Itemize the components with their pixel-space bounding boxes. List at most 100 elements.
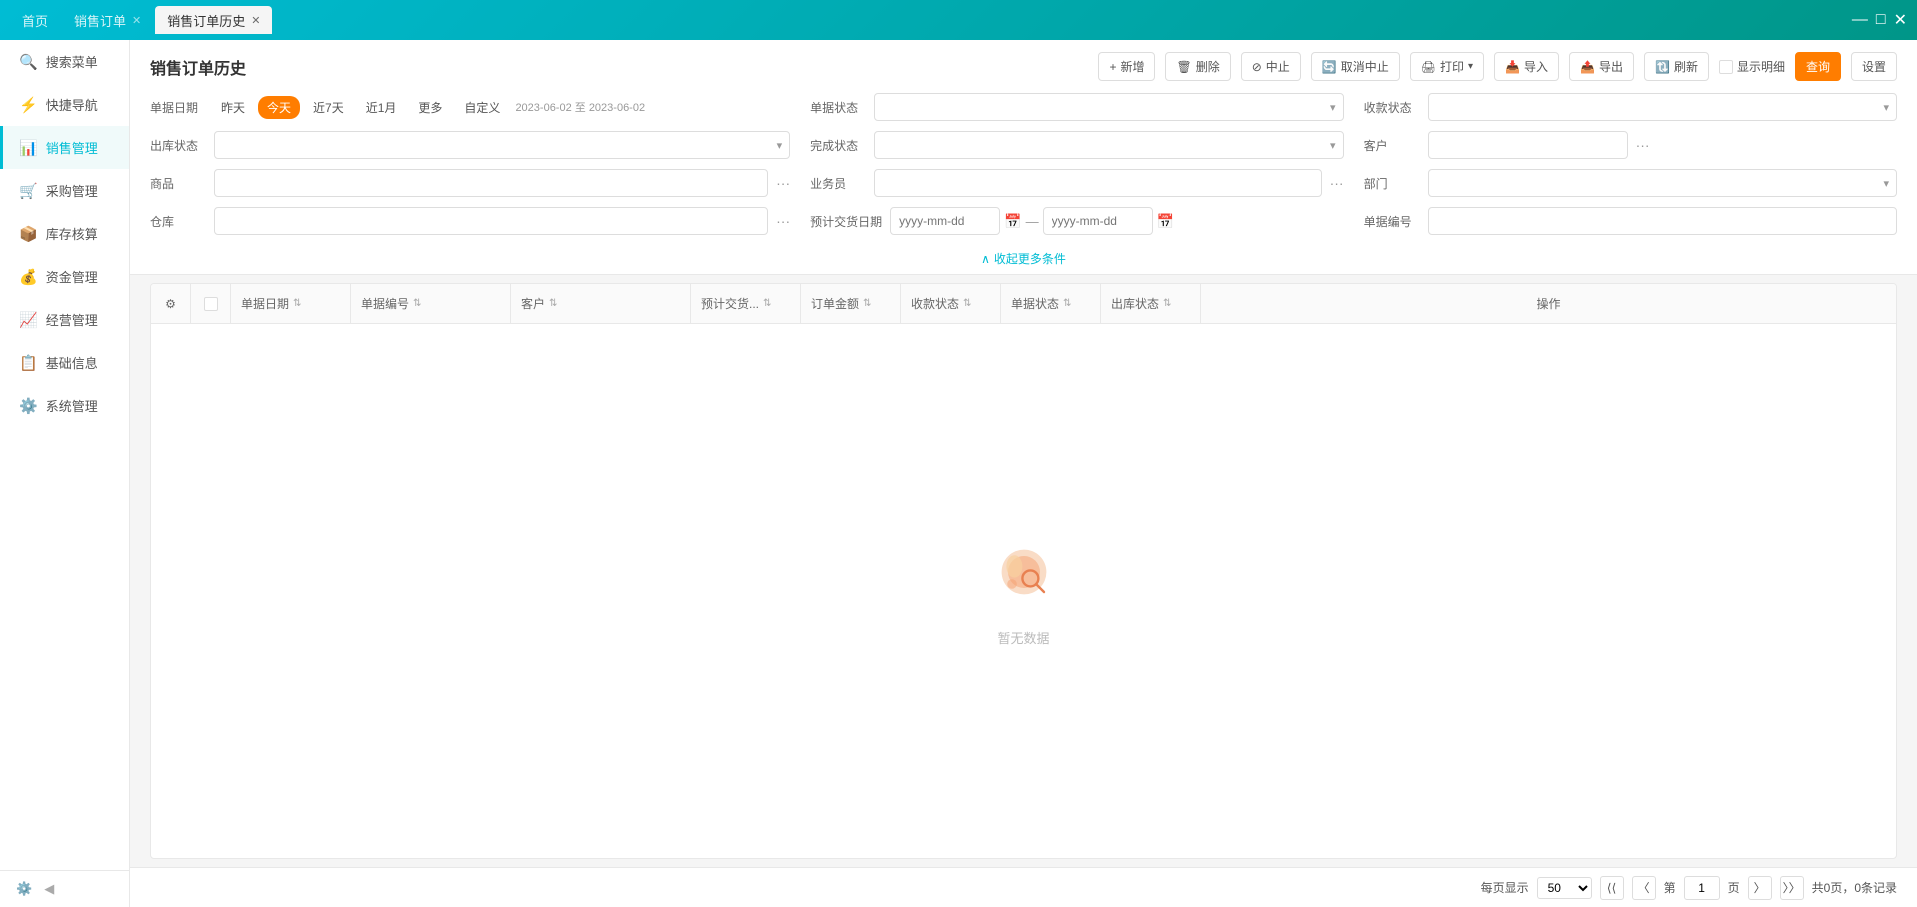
chip-custom[interactable]: 自定义 [455,96,509,119]
col-delivery[interactable]: 预计交货... ⇅ [691,284,801,323]
window-controls: — □ ✕ [1852,10,1907,30]
goods-input[interactable] [214,169,768,197]
date-to-input[interactable] [1043,207,1153,235]
sidebar-item-search-menu[interactable]: 🔍 搜索菜单 [0,40,129,83]
tab-sales-order-history-label: 销售订单历史 [167,11,245,30]
col-date[interactable]: 单据日期 ⇅ [231,284,351,323]
sidebar-item-purchase-mgmt[interactable]: 🛒 采购管理 [0,169,129,212]
print-button[interactable]: 🖨 打印 ▾ [1410,52,1484,81]
stop-button[interactable]: ⊘ 中止 [1241,52,1301,81]
sidebar-item-quick-nav[interactable]: ⚡ 快捷导航 [0,83,129,126]
first-page-button[interactable]: ⟨⟨ [1600,876,1624,900]
table-area: ⚙ 单据日期 ⇅ 单据编号 ⇅ 客户 ⇅ 预计交货... [150,283,1897,859]
col-out-sort[interactable]: ⇅ [1163,298,1171,309]
cancel-stop-button[interactable]: 🔄 取消中止 [1311,52,1400,81]
chip-last7[interactable]: 近7天 [304,96,353,119]
query-button[interactable]: 查询 [1795,52,1841,81]
col-date-sort[interactable]: ⇅ [293,298,301,309]
col-number[interactable]: 单据编号 ⇅ [351,284,511,323]
order-status-select[interactable] [874,93,1343,121]
col-settings[interactable]: ⚙ [151,284,191,323]
col-customer-sort[interactable]: ⇅ [549,298,557,309]
new-button[interactable]: + 新增 [1098,52,1155,81]
complete-status-select[interactable] [874,131,1343,159]
sidebar-item-label: 采购管理 [46,181,98,200]
settings-button[interactable]: 设置 [1851,52,1897,81]
sidebar-item-label: 快捷导航 [46,95,98,114]
tab-sales-order-history[interactable]: 销售订单历史 ✕ [155,6,272,34]
finance-icon: 💰 [19,268,38,286]
chip-yesterday[interactable]: 昨天 [212,96,254,119]
date-from-input[interactable] [890,207,1000,235]
col-order-sort[interactable]: ⇅ [1063,298,1071,309]
sidebar-settings-icon[interactable]: ⚙️ [16,881,32,897]
display-columns-checkbox[interactable] [1719,60,1733,74]
sidebar-collapse-icon[interactable]: ◀ [44,881,54,897]
sales-mgmt-icon: 📊 [19,139,38,157]
calendar-from-icon[interactable]: 📅 [1004,213,1021,230]
toolbar: + 新增 🗑 删除 ⊘ 中止 🔄 取消中止 [1098,52,1897,81]
salesperson-dots-btn[interactable]: ··· [1330,175,1344,191]
col-number-sort[interactable]: ⇅ [413,298,421,309]
chip-today[interactable]: 今天 [258,96,300,119]
minimize-icon[interactable]: — [1852,11,1868,29]
col-out-status-label: 出库状态 [1111,295,1159,312]
order-no-group: 单据编号 [1364,207,1897,235]
select-all-checkbox[interactable] [204,297,218,311]
maximize-icon[interactable]: □ [1876,11,1886,29]
next-page-button[interactable]: 〉 [1748,876,1772,900]
system-mgmt-icon: ⚙️ [19,397,38,415]
department-select[interactable] [1428,169,1897,197]
order-no-input[interactable] [1428,207,1897,235]
sidebar-item-operations[interactable]: 📈 经营管理 [0,298,129,341]
out-status-select[interactable] [214,131,790,159]
display-columns-toggle[interactable]: 显示明细 [1719,58,1785,75]
main-layout: 🔍 搜索菜单 ⚡ 快捷导航 📊 销售管理 🛒 采购管理 📦 库存核算 💰 资金管… [0,40,1917,907]
col-delivery-sort[interactable]: ⇅ [763,298,771,309]
customer-input[interactable] [1428,131,1628,159]
col-out-status[interactable]: 出库状态 ⇅ [1101,284,1201,323]
receipt-status-select[interactable] [1428,93,1897,121]
warehouse-dots-btn[interactable]: ··· [776,213,790,229]
warehouse-input[interactable] [214,207,768,235]
col-receipt[interactable]: 收款状态 ⇅ [901,284,1001,323]
col-customer[interactable]: 客户 ⇅ [511,284,691,323]
import-button[interactable]: 📥 导入 [1494,52,1559,81]
complete-status-select-wrapper [874,131,1343,159]
salesperson-label: 业务员 [810,175,866,192]
page-number-input[interactable] [1684,876,1720,900]
col-amount-sort[interactable]: ⇅ [863,298,871,309]
empty-state: 暂无数据 [984,536,1064,647]
calendar-to-icon[interactable]: 📅 [1157,213,1174,230]
tab-home[interactable]: 首页 [10,6,60,34]
sidebar-item-base-info[interactable]: 📋 基础信息 [0,341,129,384]
per-page-select[interactable]: 50 10 20 100 [1537,877,1592,899]
delete-button[interactable]: 🗑 删除 [1165,52,1230,81]
last-page-button[interactable]: 〉〉 [1780,876,1804,900]
export-button[interactable]: 📤 导出 [1569,52,1634,81]
col-order-status[interactable]: 单据状态 ⇅ [1001,284,1101,323]
sidebar-item-inventory[interactable]: 📦 库存核算 [0,212,129,255]
chip-more[interactable]: 更多 [409,96,451,119]
filter-row-2: 出库状态 完成状态 [150,131,1897,159]
prev-page-button[interactable]: 〈 [1632,876,1656,900]
tab-sales-order[interactable]: 销售订单 ✕ [62,6,153,34]
sidebar-item-finance[interactable]: 💰 资金管理 [0,255,129,298]
goods-dots-btn[interactable]: ··· [776,175,790,191]
collapse-bar[interactable]: ∧ 收起更多条件 [150,245,1897,269]
export-label: 导出 [1599,58,1623,75]
sidebar-item-system-mgmt[interactable]: ⚙️ 系统管理 [0,384,129,427]
page-label: 第 [1664,879,1676,896]
customer-dots-btn[interactable]: ··· [1636,137,1650,153]
col-amount[interactable]: 订单金额 ⇅ [801,284,901,323]
tab-sales-order-close[interactable]: ✕ [132,14,141,27]
close-icon[interactable]: ✕ [1894,10,1907,30]
sidebar-item-sales-mgmt[interactable]: 📊 销售管理 [0,126,129,169]
refresh-button[interactable]: 🔃 刷新 [1644,52,1709,81]
cancel-stop-icon: 🔄 [1322,60,1337,74]
salesperson-input[interactable] [874,169,1321,197]
tab-sales-order-history-close[interactable]: ✕ [251,14,260,27]
chip-last1m[interactable]: 近1月 [357,96,406,119]
warehouse-group: 仓库 ··· [150,207,790,235]
col-receipt-sort[interactable]: ⇅ [963,298,971,309]
